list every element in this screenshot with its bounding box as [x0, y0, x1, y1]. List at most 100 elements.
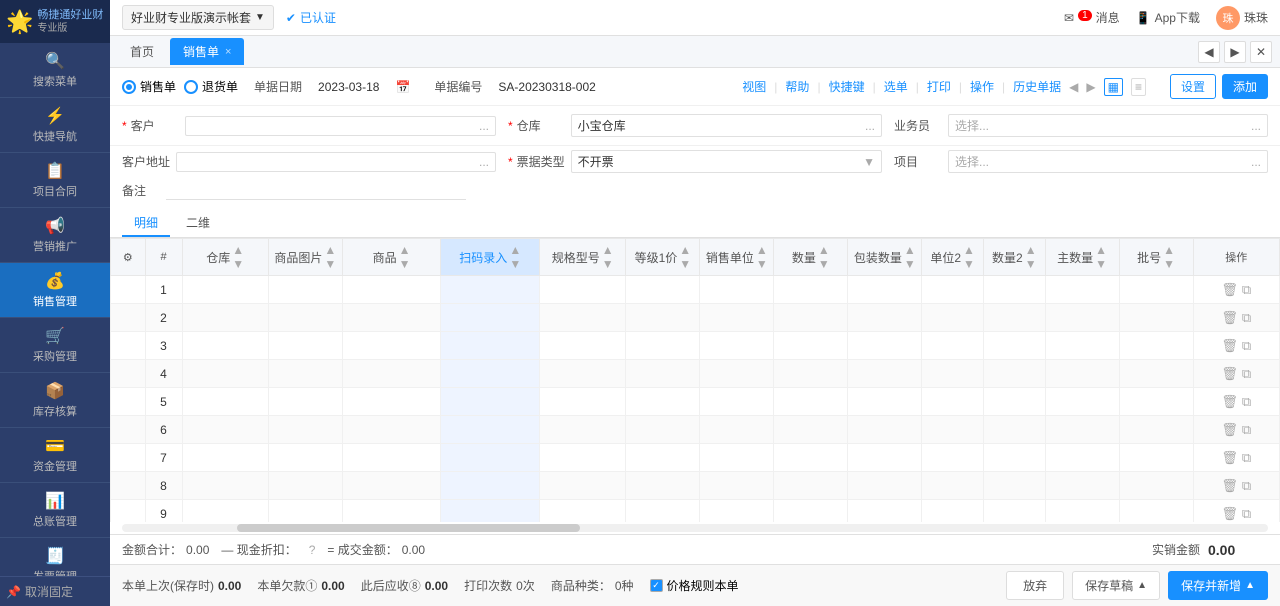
address-input[interactable]: ... — [176, 152, 496, 172]
cell-price-1[interactable] — [626, 304, 700, 332]
cell-spec-5[interactable] — [540, 416, 626, 444]
cell-price-2[interactable] — [626, 332, 700, 360]
cell-mainqty-4[interactable] — [1045, 388, 1119, 416]
delete-icon-2[interactable]: 🗑 — [1221, 338, 1238, 354]
horizontal-scrollbar[interactable] — [122, 524, 1268, 532]
cell-barcode-2[interactable] — [441, 332, 540, 360]
cell-qty-2[interactable] — [774, 332, 848, 360]
cell-qty2-0[interactable] — [983, 276, 1045, 304]
sidebar-item-6[interactable]: 📦库存核算 — [0, 373, 110, 428]
delete-icon-4[interactable]: 🗑 — [1221, 394, 1238, 410]
sidebar-item-3[interactable]: 📢营销推广 — [0, 208, 110, 263]
cell-qty2-3[interactable] — [983, 360, 1045, 388]
cell-mainqty-1[interactable] — [1045, 304, 1119, 332]
list-view-icon[interactable]: ≡ — [1131, 78, 1146, 96]
cell-img-1[interactable] — [268, 304, 342, 332]
cell-unit-2[interactable] — [700, 332, 774, 360]
copy-icon-2[interactable]: ⧉ — [1242, 338, 1251, 354]
cell-warehouse-8[interactable] — [182, 500, 268, 523]
cell-img-0[interactable] — [268, 276, 342, 304]
abandon-button[interactable]: 放弃 — [1006, 571, 1064, 600]
tab-prev-btn[interactable]: ◀ — [1198, 41, 1220, 63]
th-product[interactable]: 商品▲▼ — [342, 239, 441, 276]
tab-home[interactable]: 首页 — [118, 39, 166, 64]
user-btn[interactable]: 珠 珠珠 — [1216, 6, 1268, 30]
cell-ops-5[interactable]: 🗑 ⧉ — [1193, 416, 1279, 444]
cell-warehouse-7[interactable] — [182, 472, 268, 500]
sidebar-item-7[interactable]: 💳资金管理 — [0, 428, 110, 483]
cell-qty2-6[interactable] — [983, 444, 1045, 472]
copy-icon-4[interactable]: ⧉ — [1242, 394, 1251, 410]
cell-qty-4[interactable] — [774, 388, 848, 416]
th-spec[interactable]: 规格型号▲▼ — [540, 239, 626, 276]
cell-qty-5[interactable] — [774, 416, 848, 444]
cell-barcode-3[interactable] — [441, 360, 540, 388]
scrollbar-thumb[interactable] — [237, 524, 581, 532]
cell-price-6[interactable] — [626, 444, 700, 472]
cell-warehouse-6[interactable] — [182, 444, 268, 472]
delete-icon-6[interactable]: 🗑 — [1221, 450, 1238, 466]
calendar-icon[interactable]: 📅 — [395, 80, 410, 94]
cell-pkgqty-3[interactable] — [848, 360, 922, 388]
cell-barcode-8[interactable] — [441, 500, 540, 523]
delete-icon-5[interactable]: 🗑 — [1221, 422, 1238, 438]
cell-batch-4[interactable] — [1119, 388, 1193, 416]
shortcut-link[interactable]: 快捷键 — [829, 78, 865, 95]
warehouse-dots-icon[interactable]: ... — [865, 119, 875, 133]
th-pkgqty[interactable]: 包装数量▲▼ — [848, 239, 922, 276]
cell-unit2-4[interactable] — [922, 388, 984, 416]
cell-mainqty-0[interactable] — [1045, 276, 1119, 304]
cell-ops-1[interactable]: 🗑 ⧉ — [1193, 304, 1279, 332]
cell-batch-2[interactable] — [1119, 332, 1193, 360]
cell-unit2-8[interactable] — [922, 500, 984, 523]
cell-barcode-4[interactable] — [441, 388, 540, 416]
cell-warehouse-3[interactable] — [182, 360, 268, 388]
cell-mainqty-7[interactable] — [1045, 472, 1119, 500]
cell-img-3[interactable] — [268, 360, 342, 388]
cell-pkgqty-7[interactable] — [848, 472, 922, 500]
project-dots-icon[interactable]: ... — [1251, 155, 1261, 169]
cell-ops-0[interactable]: 🗑 ⧉ — [1193, 276, 1279, 304]
help-link[interactable]: 帮助 — [785, 78, 809, 95]
cell-pkgqty-4[interactable] — [848, 388, 922, 416]
company-selector[interactable]: 好业财专业版演示帐套 ▼ — [122, 5, 274, 30]
cell-warehouse-5[interactable] — [182, 416, 268, 444]
delete-icon-8[interactable]: 🗑 — [1221, 506, 1238, 522]
table-view-icon[interactable]: ▦ — [1104, 78, 1123, 96]
cell-batch-5[interactable] — [1119, 416, 1193, 444]
th-settings[interactable]: ⚙ — [111, 239, 146, 276]
cell-product-7[interactable] — [342, 472, 441, 500]
cell-price-0[interactable] — [626, 276, 700, 304]
cell-barcode-1[interactable] — [441, 304, 540, 332]
th-qty[interactable]: 数量▲▼ — [774, 239, 848, 276]
cell-product-5[interactable] — [342, 416, 441, 444]
cell-img-7[interactable] — [268, 472, 342, 500]
select-link[interactable]: 选单 — [884, 78, 908, 95]
cell-price-3[interactable] — [626, 360, 700, 388]
customer-dots-icon[interactable]: ... — [479, 119, 489, 133]
price-checkbox[interactable] — [650, 579, 663, 592]
cell-unit-7[interactable] — [700, 472, 774, 500]
order-no-value[interactable]: SA-20230318-002 — [498, 80, 595, 94]
cell-product-8[interactable] — [342, 500, 441, 523]
sub-tab-2d[interactable]: 二维 — [174, 210, 222, 237]
cell-unit-6[interactable] — [700, 444, 774, 472]
cell-unit2-5[interactable] — [922, 416, 984, 444]
cell-unit-0[interactable] — [700, 276, 774, 304]
cell-qty-0[interactable] — [774, 276, 848, 304]
tab-close-icon[interactable]: × — [225, 46, 231, 58]
cell-qty2-8[interactable] — [983, 500, 1045, 523]
save-draft-button[interactable]: 保存草稿 ▲ — [1072, 571, 1160, 600]
cell-spec-0[interactable] — [540, 276, 626, 304]
cell-unit-8[interactable] — [700, 500, 774, 523]
cell-barcode-7[interactable] — [441, 472, 540, 500]
cell-img-4[interactable] — [268, 388, 342, 416]
th-price[interactable]: 等级1价▲▼ — [626, 239, 700, 276]
invoice-select[interactable]: 不开票 ▼ — [571, 150, 882, 173]
cell-pkgqty-1[interactable] — [848, 304, 922, 332]
cell-pkgqty-0[interactable] — [848, 276, 922, 304]
cell-pkgqty-8[interactable] — [848, 500, 922, 523]
cell-warehouse-0[interactable] — [182, 276, 268, 304]
help-icon[interactable]: ? — [309, 543, 316, 557]
cell-spec-7[interactable] — [540, 472, 626, 500]
